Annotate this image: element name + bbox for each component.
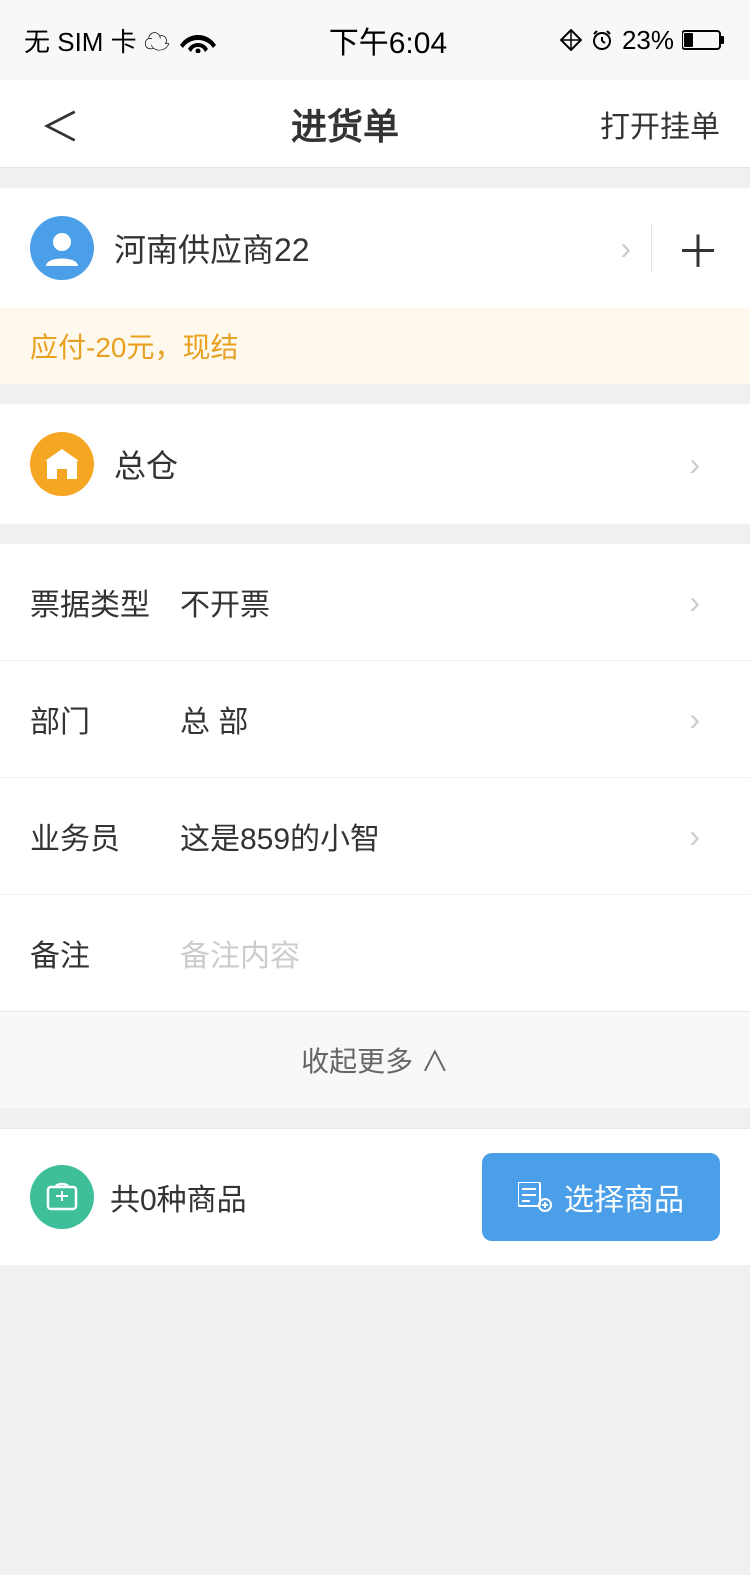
supplier-avatar: [30, 216, 94, 280]
collapse-label: 收起更多 ∧: [301, 1046, 449, 1077]
sim-label: 无 SIM 卡 ☁: [24, 22, 170, 59]
salesman-value: 这是859的小智: [170, 814, 689, 858]
supplier-name: 河南供应商22: [114, 225, 620, 271]
warehouse-icon-wrap: [30, 432, 94, 496]
supplier-section: 河南供应商22 › ＋ 应付-20元，现结: [0, 188, 750, 384]
section-gap-4: [0, 1108, 750, 1128]
form-section: 票据类型 不开票 › 部门 总 部 › 业务员 这是859的小智 › 备注 备注…: [0, 544, 750, 1011]
salesman-chevron-icon: ›: [689, 818, 700, 855]
back-button[interactable]: ＜: [30, 85, 90, 163]
location-icon: [560, 29, 582, 51]
page-title: 进货单: [291, 98, 399, 150]
person-icon: [42, 228, 82, 268]
dept-label: 部门: [30, 697, 170, 741]
invoice-value: 不开票: [170, 580, 689, 624]
add-supplier-button[interactable]: ＋: [676, 216, 720, 280]
status-bar: 无 SIM 卡 ☁ 下午6:04 23%: [0, 0, 750, 80]
warehouse-name: 总仓: [114, 441, 689, 487]
remark-input[interactable]: 备注内容: [170, 931, 720, 975]
select-product-button[interactable]: 选择商品: [482, 1153, 720, 1241]
notice-text: 应付-20元，现结: [30, 332, 238, 363]
status-left: 无 SIM 卡 ☁: [24, 22, 216, 59]
bottom-bar: 共0种商品 选择商品: [0, 1128, 750, 1265]
product-count: 共0种商品: [110, 1175, 247, 1219]
warehouse-icon: [43, 445, 81, 483]
remark-row[interactable]: 备注 备注内容: [0, 895, 750, 1011]
alarm-icon: [590, 28, 614, 52]
battery-icon: [682, 29, 726, 51]
status-right: 23%: [560, 25, 726, 56]
nav-bar: ＜ 进货单 打开挂单: [0, 80, 750, 168]
select-product-icon: [518, 1182, 552, 1212]
status-time: 下午6:04: [329, 18, 447, 62]
warehouse-row[interactable]: 总仓 ›: [0, 404, 750, 524]
salesman-row[interactable]: 业务员 这是859的小智 ›: [0, 778, 750, 895]
supplier-divider: [651, 223, 652, 273]
invoice-row[interactable]: 票据类型 不开票 ›: [0, 544, 750, 661]
dept-chevron-icon: ›: [689, 701, 700, 738]
notice-bar: 应付-20元，现结: [0, 308, 750, 384]
bottom-left: 共0种商品: [30, 1165, 247, 1229]
cart-icon: [44, 1179, 80, 1215]
dept-row[interactable]: 部门 总 部 ›: [0, 661, 750, 778]
section-gap-3: [0, 524, 750, 544]
section-gap-2: [0, 384, 750, 404]
supplier-chevron-icon: ›: [620, 230, 631, 267]
supplier-row[interactable]: 河南供应商22 › ＋: [0, 188, 750, 308]
main-content-bg: [0, 1265, 750, 1575]
section-gap-1: [0, 168, 750, 188]
invoice-label: 票据类型: [30, 580, 170, 624]
warehouse-chevron-icon: ›: [689, 446, 700, 483]
collapse-row[interactable]: 收起更多 ∧: [0, 1011, 750, 1108]
salesman-label: 业务员: [30, 814, 170, 858]
remark-label: 备注: [30, 931, 170, 975]
wifi-icon: [180, 27, 216, 53]
dept-value: 总 部: [170, 697, 689, 741]
open-pending-button[interactable]: 打开挂单: [600, 102, 720, 146]
cart-icon-wrap: [30, 1165, 94, 1229]
select-product-label: 选择商品: [564, 1175, 684, 1219]
battery-percent: 23%: [622, 25, 674, 56]
invoice-chevron-icon: ›: [689, 584, 700, 621]
